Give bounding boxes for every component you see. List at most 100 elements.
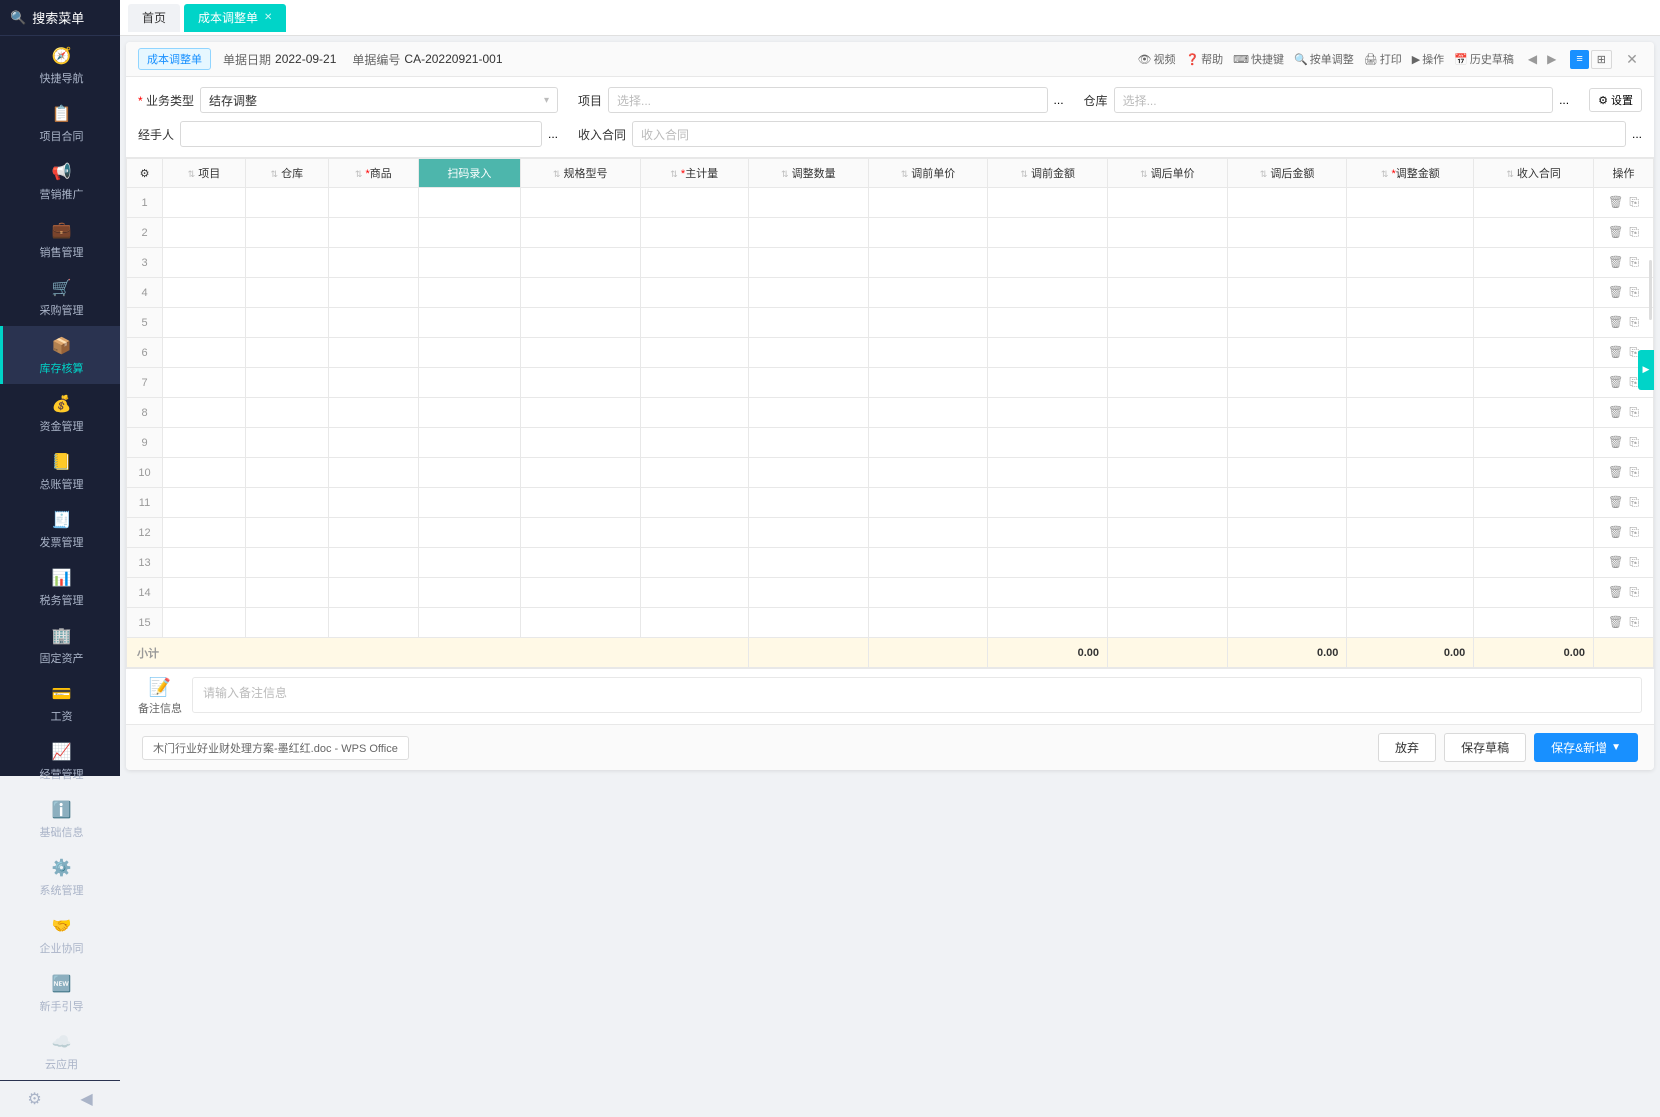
help-action[interactable]: ❓ 帮助 <box>1185 51 1223 67</box>
row-2-warehouse[interactable] <box>245 218 328 248</box>
row-10-adjust-amount[interactable] <box>1347 458 1474 488</box>
sidebar-item-basic-info[interactable]: ℹ️ 基础信息 <box>0 790 120 848</box>
row-13-unit[interactable] <box>640 548 748 578</box>
row-1-income-contract[interactable] <box>1474 188 1594 218</box>
delete-row-7-icon[interactable]: 🗑 <box>1608 375 1623 390</box>
copy-row-10-icon[interactable]: ⎘ <box>1629 465 1639 480</box>
copy-row-15-icon[interactable]: ⎘ <box>1629 615 1639 630</box>
handler-input[interactable] <box>180 121 542 147</box>
row-2-prev-price[interactable] <box>868 218 988 248</box>
row-8-spec[interactable] <box>520 398 640 428</box>
tab-close-icon[interactable]: ✕ <box>264 12 272 23</box>
row-4-prev-price[interactable] <box>868 278 988 308</box>
nav-next-btn[interactable]: ▶ <box>1543 50 1560 68</box>
row-14-project[interactable] <box>163 578 246 608</box>
row-3-after-amount[interactable] <box>1227 248 1347 278</box>
row-9-unit[interactable] <box>640 428 748 458</box>
row-13-prev-price[interactable] <box>868 548 988 578</box>
row-12-prev-amount[interactable] <box>988 518 1108 548</box>
row-7-prev-price[interactable] <box>868 368 988 398</box>
row-7-prev-amount[interactable] <box>988 368 1108 398</box>
row-11-income-contract[interactable] <box>1474 488 1594 518</box>
sidebar-item-sys-mgmt[interactable]: ⚙️ 系统管理 <box>0 848 120 906</box>
sidebar-item-ledger-mgmt[interactable]: 📒 总账管理 <box>0 442 120 500</box>
row-12-project[interactable] <box>163 518 246 548</box>
row-4-spec[interactable] <box>520 278 640 308</box>
row-12-adjust-amount[interactable] <box>1347 518 1474 548</box>
sidebar-item-fixed-assets[interactable]: 🏢 固定资产 <box>0 616 120 674</box>
row-5-prev-amount[interactable] <box>988 308 1108 338</box>
row-10-after-amount[interactable] <box>1227 458 1347 488</box>
copy-row-4-icon[interactable]: ⎘ <box>1629 285 1639 300</box>
row-10-after-price[interactable] <box>1108 458 1228 488</box>
col-qty[interactable]: ⇅ 调整数量 <box>748 159 868 188</box>
row-11-prev-amount[interactable] <box>988 488 1108 518</box>
row-2-after-price[interactable] <box>1108 218 1228 248</box>
row-4-income-contract[interactable] <box>1474 278 1594 308</box>
grid-view-btn[interactable]: ⊞ <box>1591 50 1612 69</box>
col-prev-price[interactable]: ⇅ 调前单价 <box>868 159 988 188</box>
col-goods[interactable]: ⇅ *商品 <box>328 159 418 188</box>
delete-row-12-icon[interactable]: 🗑 <box>1608 525 1623 540</box>
row-11-project[interactable] <box>163 488 246 518</box>
discard-button[interactable]: 放弃 <box>1378 733 1436 762</box>
sidebar-item-purchase-mgmt[interactable]: 🛒 采购管理 <box>0 268 120 326</box>
row-9-prev-price[interactable] <box>868 428 988 458</box>
row-7-qty[interactable] <box>748 368 868 398</box>
copy-row-5-icon[interactable]: ⎘ <box>1629 315 1639 330</box>
row-11-warehouse[interactable] <box>245 488 328 518</box>
row-9-prev-amount[interactable] <box>988 428 1108 458</box>
row-1-after-price[interactable] <box>1108 188 1228 218</box>
row-3-qty[interactable] <box>748 248 868 278</box>
row-14-income-contract[interactable] <box>1474 578 1594 608</box>
tab-home[interactable]: 首页 <box>128 4 180 32</box>
row-15-prev-amount[interactable] <box>988 608 1108 638</box>
row-1-spec[interactable] <box>520 188 640 218</box>
row-12-after-price[interactable] <box>1108 518 1228 548</box>
row-5-after-amount[interactable] <box>1227 308 1347 338</box>
row-15-warehouse[interactable] <box>245 608 328 638</box>
row-9-qty[interactable] <box>748 428 868 458</box>
col-income-contract[interactable]: ⇅ 收入合同 <box>1474 159 1594 188</box>
delete-row-1-icon[interactable]: 🗑 <box>1608 195 1623 210</box>
scroll-bar[interactable] <box>1649 260 1652 320</box>
delete-row-2-icon[interactable]: 🗑 <box>1608 225 1623 240</box>
row-9-project[interactable] <box>163 428 246 458</box>
copy-row-11-icon[interactable]: ⎘ <box>1629 495 1639 510</box>
income-contract-more[interactable]: ... <box>1632 127 1642 141</box>
sidebar-item-new-guide[interactable]: 🆕 新手引导 <box>0 964 120 1022</box>
row-14-scan[interactable] <box>418 578 520 608</box>
row-2-after-amount[interactable] <box>1227 218 1347 248</box>
row-9-adjust-amount[interactable] <box>1347 428 1474 458</box>
row-5-goods[interactable] <box>328 308 418 338</box>
row-10-scan[interactable] <box>418 458 520 488</box>
row-14-unit[interactable] <box>640 578 748 608</box>
col-warehouse[interactable]: ⇅ 仓库 <box>245 159 328 188</box>
copy-row-9-icon[interactable]: ⎘ <box>1629 435 1639 450</box>
row-10-qty[interactable] <box>748 458 868 488</box>
row-13-goods[interactable] <box>328 548 418 578</box>
row-3-scan[interactable] <box>418 248 520 278</box>
row-13-after-amount[interactable] <box>1227 548 1347 578</box>
copy-row-8-icon[interactable]: ⎘ <box>1629 405 1639 420</box>
delete-row-9-icon[interactable]: 🗑 <box>1608 435 1623 450</box>
row-10-spec[interactable] <box>520 458 640 488</box>
row-12-prev-price[interactable] <box>868 518 988 548</box>
save-new-button[interactable]: 保存&新增 ▼ <box>1534 733 1638 762</box>
row-15-income-contract[interactable] <box>1474 608 1594 638</box>
tab-cost-adjust[interactable]: 成本调整单 ✕ <box>184 4 286 32</box>
row-4-project[interactable] <box>163 278 246 308</box>
row-6-prev-price[interactable] <box>868 338 988 368</box>
gear-col-header[interactable]: ⚙ <box>127 159 163 188</box>
sidebar-item-sales-mgmt[interactable]: 💼 销售管理 <box>0 210 120 268</box>
row-9-spec[interactable] <box>520 428 640 458</box>
row-4-after-price[interactable] <box>1108 278 1228 308</box>
row-4-adjust-amount[interactable] <box>1347 278 1474 308</box>
doc-close-btn[interactable]: ✕ <box>1622 49 1642 69</box>
sidebar-item-cloud-app[interactable]: ☁️ 云应用 <box>0 1022 120 1080</box>
sidebar-item-ops-mgmt[interactable]: 📈 经营管理 <box>0 732 120 790</box>
delete-row-10-icon[interactable]: 🗑 <box>1608 465 1623 480</box>
row-10-unit[interactable] <box>640 458 748 488</box>
row-10-project[interactable] <box>163 458 246 488</box>
delete-row-5-icon[interactable]: 🗑 <box>1608 315 1623 330</box>
